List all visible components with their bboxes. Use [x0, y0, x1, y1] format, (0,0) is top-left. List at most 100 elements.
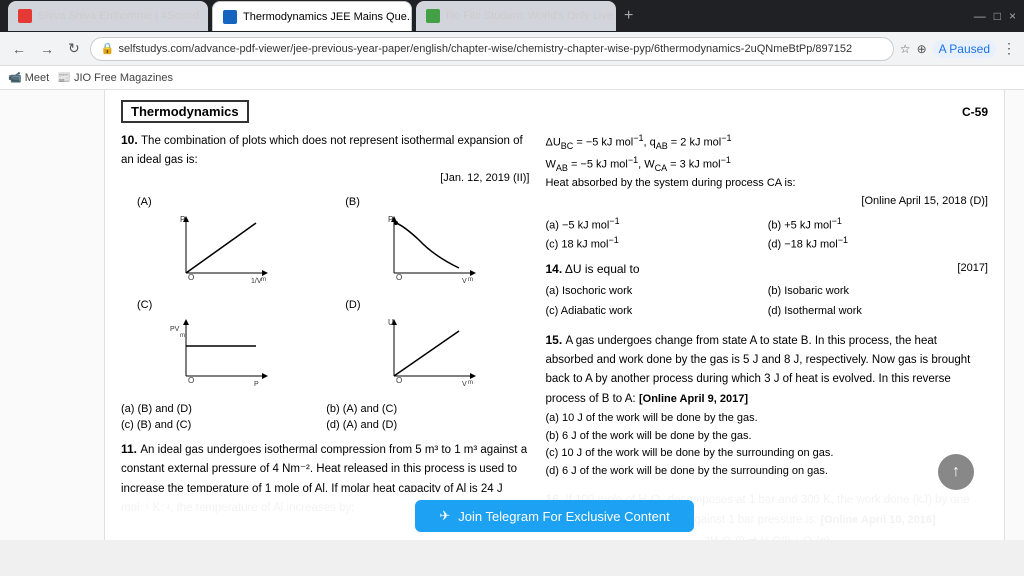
new-tab-button[interactable]: + — [624, 7, 633, 25]
graphs-grid: (A) O P 1/ — [121, 196, 529, 394]
left-column: 10. The combination of plots which does … — [121, 131, 529, 540]
extension-icon[interactable]: ⊕ — [917, 42, 927, 56]
tab-filo[interactable]: filo Filo Student: World's Only Live li.… — [416, 1, 616, 31]
title-bar: Shiva Shiva Enthomme | #Sound × Thermody… — [0, 0, 1024, 32]
q14-opt-b: (b) Isobaric work — [768, 282, 988, 301]
question-15: 15. A gas undergoes change from state A … — [545, 331, 988, 480]
q13-year: [Online April 15, 2018 (D)] — [545, 193, 988, 211]
tab-label-thermo: Thermodynamics JEE Mains Que... — [243, 11, 412, 23]
close-button[interactable]: × — [1009, 9, 1016, 23]
q13-options: (a) −5 kJ mol−1 (b) +5 kJ mol−1 (c) 18 k… — [545, 215, 988, 252]
q10-text: The combination of plots which does not … — [121, 135, 523, 166]
q10-opt-c: (c) (B) and (C) — [121, 418, 324, 432]
tab-label-filo: filo Filo Student: World's Only Live li.… — [446, 10, 616, 22]
tab-favicon-shiva — [18, 9, 32, 23]
tab-thermodynamics[interactable]: Thermodynamics JEE Mains Que... × — [212, 1, 412, 31]
page-header: Thermodynamics C-59 — [121, 100, 988, 123]
q14-opt-c: (c) Adiabatic work — [545, 302, 765, 321]
back-button[interactable]: ← — [8, 39, 30, 59]
url-field[interactable]: 🔒 selfstudys.com/advance-pdf-viewer/jee-… — [90, 37, 894, 61]
svg-text:P: P — [254, 381, 259, 388]
q10-number: 10. — [121, 133, 138, 147]
graph-d: (D) O U V m — [329, 299, 529, 394]
q13-opt-c: (c) 18 kJ mol−1 — [545, 234, 765, 252]
q10-opt-b: (b) (A) and (C) — [326, 402, 529, 416]
page-number: C-59 — [962, 105, 988, 119]
maximize-button[interactable]: □ — [994, 9, 1001, 23]
q14-opt-a: (a) Isochoric work — [545, 282, 765, 301]
q15-opt-b: (b) 6 J of the work will be done by the … — [545, 428, 988, 446]
telegram-bar: ✈ Join Telegram For Exclusive Content — [105, 492, 1004, 540]
q14-opt-d: (d) Isothermal work — [768, 302, 988, 321]
q15-year: [Online April 9, 2017] — [639, 393, 748, 405]
tab-favicon-filo — [426, 9, 440, 23]
q14-header: 14. ΔU is equal to [2017] — [545, 260, 988, 278]
graph-d-svg: O U V m — [374, 311, 484, 391]
svg-text:PV: PV — [170, 326, 180, 333]
paused-badge: A Paused — [933, 40, 996, 58]
lock-icon: 🔒 — [101, 42, 115, 55]
q11-number: 11. — [121, 442, 137, 456]
telegram-icon: ✈ — [439, 508, 450, 524]
q13-opt-a: (a) −5 kJ mol−1 — [545, 215, 765, 233]
q15-options: (a) 10 J of the work will be done by the… — [545, 410, 988, 480]
right-column: ΔUBC = −5 kJ mol−1, qAB = 2 kJ mol−1 WAB… — [545, 131, 988, 540]
q13-opt-d: (d) −18 kJ mol−1 — [768, 234, 988, 252]
graph-a-svg: O P 1/V m — [166, 208, 276, 288]
chapter-title: Thermodynamics — [121, 100, 249, 123]
q13-opt-b: (b) +5 kJ mol−1 — [768, 215, 988, 233]
minimize-button[interactable]: — — [974, 9, 986, 23]
graph-a: (A) O P 1/ — [121, 196, 321, 291]
bookmark-icon[interactable]: ☆ — [900, 42, 911, 56]
q10-opt-d: (d) (A) and (D) — [326, 418, 529, 432]
meet-link[interactable]: 📹 Meet — [8, 71, 49, 84]
q15-opt-c: (c) 10 J of the work will be done by the… — [545, 445, 988, 463]
svg-text:P: P — [388, 215, 393, 224]
content-columns: 10. The combination of plots which does … — [121, 131, 988, 540]
telegram-label: Join Telegram For Exclusive Content — [458, 509, 669, 524]
question-10: 10. The combination of plots which does … — [121, 131, 529, 186]
tab-favicon-thermo — [223, 10, 237, 24]
page-content: Thermodynamics C-59 10. The combination … — [105, 90, 1004, 540]
q14-text: 14. ΔU is equal to — [545, 260, 639, 278]
graph-c: (C) O PV m P — [121, 299, 321, 394]
graph-d-label: (D) — [345, 299, 529, 311]
graph-b-label: (B) — [345, 196, 529, 208]
q10-year: [Jan. 12, 2019 (II)] — [121, 170, 529, 187]
tab-label-shiva: Shiva Shiva Enthomme | #Sound — [38, 10, 199, 22]
q14-options: (a) Isochoric work (b) Isobaric work (c)… — [545, 282, 988, 321]
svg-text:P: P — [180, 215, 185, 224]
q15-number: 15. — [545, 333, 562, 347]
url-text: selfstudys.com/advance-pdf-viewer/jee-pr… — [118, 43, 852, 55]
svg-text:O: O — [188, 376, 194, 385]
q13-math: ΔUBC = −5 kJ mol−1, qAB = 2 kJ mol−1 WAB… — [545, 131, 988, 211]
q14-year: [2017] — [957, 260, 988, 278]
telegram-button[interactable]: ✈ Join Telegram For Exclusive Content — [415, 500, 693, 532]
svg-text:U: U — [388, 318, 394, 327]
graph-c-svg: O PV m P — [166, 311, 276, 391]
q13-eq1: ΔUBC = −5 kJ mol−1, qAB = 2 kJ mol−1 — [545, 131, 988, 153]
tab-shiva[interactable]: Shiva Shiva Enthomme | #Sound × — [8, 1, 208, 31]
right-sidebar — [1004, 90, 1024, 540]
svg-text:m: m — [468, 380, 473, 386]
q15-opt-d: (d) 6 J of the work will be done by the … — [545, 463, 988, 481]
graph-a-label: (A) — [137, 196, 321, 208]
forward-button[interactable]: → — [36, 39, 58, 59]
question-14: 14. ΔU is equal to [2017] (a) Isochoric … — [545, 260, 988, 321]
address-bar: ← → ↻ 🔒 selfstudys.com/advance-pdf-viewe… — [0, 32, 1024, 66]
refresh-button[interactable]: ↻ — [64, 38, 84, 59]
svg-text:O: O — [396, 376, 402, 385]
scroll-to-top-button[interactable]: ↑ — [938, 454, 974, 490]
q10-options: (a) (B) and (D) (b) (A) and (C) (c) (B) … — [121, 402, 529, 432]
q10-opt-a: (a) (B) and (D) — [121, 402, 324, 416]
q13-eq2: WAB = −5 kJ mol−1, WCA = 3 kJ mol−1 — [545, 153, 988, 175]
svg-text:m: m — [180, 333, 185, 339]
menu-icon[interactable]: ⋮ — [1002, 40, 1016, 57]
q13-text: Heat absorbed by the system during proce… — [545, 175, 988, 193]
jio-link[interactable]: 📰 JIO Free Magazines — [57, 71, 173, 84]
left-sidebar — [0, 90, 105, 540]
svg-text:m: m — [261, 277, 266, 283]
svg-text:V: V — [462, 278, 467, 285]
svg-text:m: m — [468, 277, 473, 283]
bookmarks-toolbar: 📹 Meet 📰 JIO Free Magazines — [0, 66, 1024, 90]
